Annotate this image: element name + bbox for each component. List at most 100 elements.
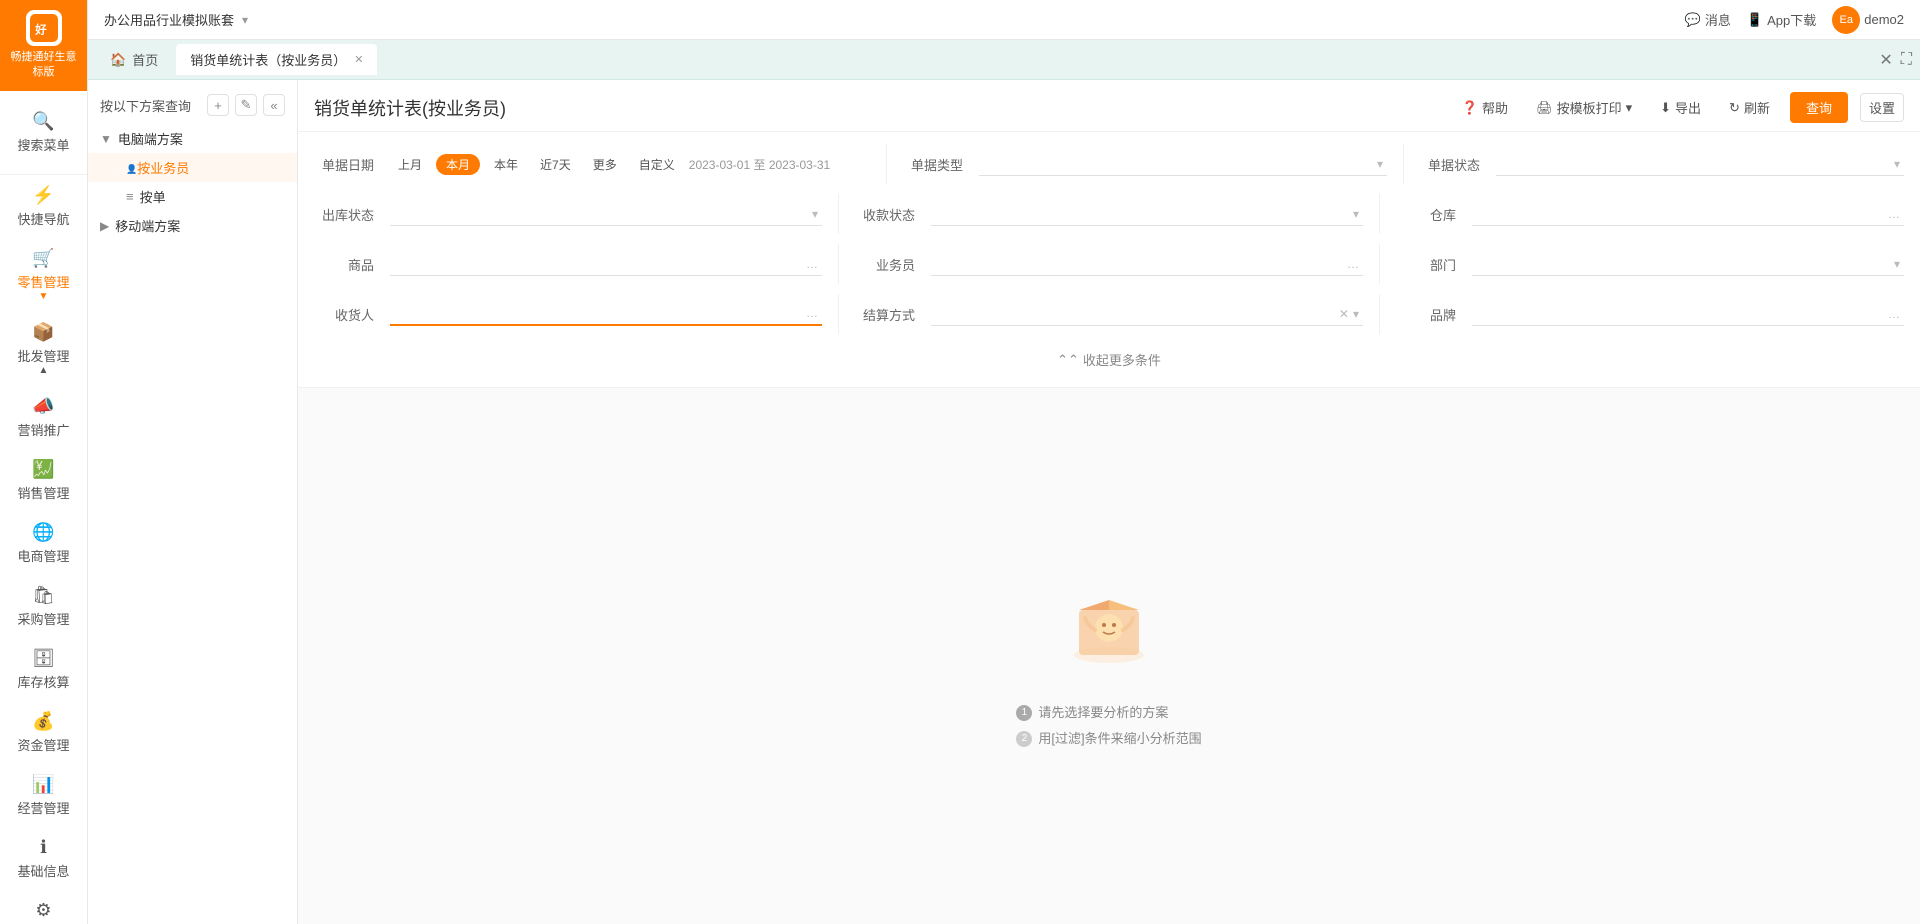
date-btn-this-month[interactable]: 本月: [436, 154, 480, 175]
title-dropdown-icon[interactable]: ▾: [242, 13, 248, 27]
recipient-more-icon: …: [806, 306, 818, 320]
settings-button[interactable]: 设置: [1860, 93, 1904, 122]
tree-item-by-order[interactable]: ≡ 按单: [88, 182, 297, 211]
date-label: 单据日期: [314, 155, 374, 174]
sidebar-item-marketing[interactable]: 📣 营销推广: [0, 386, 87, 449]
recipient-input[interactable]: …: [390, 302, 822, 326]
svg-text:好: 好: [34, 22, 47, 36]
collapse-panel-button[interactable]: «: [263, 94, 285, 116]
sidebar-item-sales[interactable]: 💹 销售管理: [0, 449, 87, 512]
sidebar-item-inventory[interactable]: 🗄 库存核算: [0, 638, 87, 701]
divider-4: [1379, 194, 1380, 234]
tree-mobile-section[interactable]: ▶ 移动端方案: [88, 211, 297, 240]
date-btn-custom[interactable]: 自定义: [631, 154, 683, 175]
tree-order-label: 按单: [140, 187, 166, 206]
tree-desktop-label: 电脑端方案: [118, 129, 183, 148]
tree-item-by-salesperson[interactable]: 👤 按业务员: [88, 153, 297, 182]
salesperson-input[interactable]: …: [931, 253, 1363, 276]
edit-scheme-button[interactable]: ✎: [235, 94, 257, 116]
app-download-button[interactable]: 📱 App下载: [1747, 10, 1816, 29]
department-input[interactable]: ▾: [1472, 253, 1904, 276]
order-icon: ≡: [126, 189, 134, 204]
query-button[interactable]: 查询: [1790, 92, 1848, 123]
add-scheme-button[interactable]: +: [207, 94, 229, 116]
sidebar-item-ecommerce[interactable]: 🌐 电商管理: [0, 512, 87, 575]
sidebar-item-operation[interactable]: 📊 经营管理: [0, 764, 87, 827]
tab-maximize-button[interactable]: ⛶: [1901, 50, 1912, 70]
sidebar-item-retail-label: 零售管理: [17, 272, 69, 291]
content-area: 按以下方案查询 + ✎ « ▼ 电脑端方案: [88, 80, 1920, 924]
payment-input[interactable]: ✕ ▾: [931, 303, 1363, 326]
topbar: 办公用品行业模拟账套 ▾ 💬 消息 📱 App下载 Ea demo2: [88, 0, 1920, 40]
collapse-bar[interactable]: ⌃⌃ 收起更多条件: [314, 344, 1904, 375]
sidebar-item-wholesale-label: 批发管理: [17, 346, 69, 365]
message-label: 消息: [1705, 10, 1731, 29]
avatar: Ea: [1832, 6, 1860, 34]
tip-dot-1: 1: [1016, 705, 1032, 721]
receipt-status-input[interactable]: ▾: [931, 203, 1363, 226]
message-button[interactable]: 💬 消息: [1685, 10, 1731, 29]
brand-input[interactable]: …: [1472, 303, 1904, 326]
tab-close-window-button[interactable]: ✕: [1879, 50, 1892, 70]
tab-home[interactable]: 🏠 首页: [96, 44, 172, 75]
doc-type-dropdown-icon: ▾: [1377, 157, 1383, 171]
ecommerce-icon: 🌐: [32, 522, 54, 543]
sidebar-item-quicknav[interactable]: ⚡ 快捷导航: [0, 175, 87, 238]
date-btn-last-month[interactable]: 上月: [390, 154, 430, 175]
sidebar-item-search[interactable]: 🔍 搜索菜单: [0, 101, 87, 164]
sidebar-item-purchase-label: 采购管理: [17, 609, 69, 628]
sidebar-item-operation-label: 经营管理: [17, 798, 69, 817]
left-panel-header: 按以下方案查询 + ✎ «: [88, 90, 297, 124]
tree-desktop-section[interactable]: ▼ 电脑端方案: [88, 124, 297, 153]
sidebar-item-wholesale[interactable]: 📦 批发管理 ▲: [0, 312, 87, 386]
right-panel: 销货单统计表(按业务员) ❓ 帮助 🖨 按模板打印 ▾ ⬇ 导出: [298, 80, 1920, 924]
sidebar-item-retail[interactable]: 🛒 零售管理 ▼: [0, 238, 87, 312]
help-button[interactable]: ❓ 帮助: [1454, 94, 1516, 121]
home-icon: 🏠: [110, 52, 126, 68]
tabbar-actions: ✕ ⛶: [1879, 50, 1912, 70]
user-menu[interactable]: Ea demo2: [1832, 6, 1904, 34]
doc-type-input[interactable]: ▾: [979, 153, 1387, 176]
export-button[interactable]: ⬇ 导出: [1652, 94, 1709, 121]
sidebar-item-basic[interactable]: ℹ 基础信息: [0, 827, 87, 890]
divider-2: [1403, 144, 1404, 184]
retail-icon: 🛒: [32, 248, 54, 269]
purchase-icon: 🛍: [32, 585, 55, 606]
date-range-display: 2023-03-01 至 2023-03-31: [689, 156, 830, 173]
sidebar-item-purchase[interactable]: 🛍 采购管理: [0, 575, 87, 638]
product-input[interactable]: …: [390, 253, 822, 276]
settings-label: 设置: [1869, 98, 1895, 117]
brand-label: 品牌: [1396, 305, 1456, 324]
salesperson-label: 业务员: [855, 255, 915, 274]
date-btn-7days[interactable]: 近7天: [532, 154, 579, 175]
empty-state: 1 请先选择要分析的方案 2 用[过滤]条件来缩小分析范围: [298, 388, 1920, 924]
logo-icon: 好: [26, 10, 62, 46]
tree-mobile-expand-icon: ▶: [100, 219, 109, 233]
print-button[interactable]: 🖨 按模板打印 ▾: [1528, 94, 1640, 121]
payment-clear-icon[interactable]: ✕: [1339, 307, 1349, 321]
tab-home-label: 首页: [132, 50, 158, 69]
collapse-label: 收起更多条件: [1083, 350, 1161, 369]
sidebar-item-system[interactable]: ⚙ 系统管理: [0, 890, 87, 924]
query-label: 查询: [1806, 98, 1832, 117]
doc-status-input[interactable]: ▾: [1496, 153, 1904, 176]
wholesale-expand-icon: ▲: [39, 365, 49, 376]
marketing-icon: 📣: [32, 396, 54, 417]
sidebar-search-section: 🔍 搜索菜单: [0, 91, 87, 175]
print-label: 按模板打印: [1557, 98, 1622, 117]
product-label: 商品: [314, 255, 374, 274]
date-btn-more[interactable]: 更多: [585, 154, 625, 175]
print-icon: 🖨: [1536, 100, 1553, 116]
out-status-input[interactable]: ▾: [390, 203, 822, 226]
sidebar-item-finance[interactable]: 💰 资金管理: [0, 701, 87, 764]
refresh-button[interactable]: ↻ 刷新: [1721, 94, 1778, 121]
empty-svg-illustration: [1049, 560, 1169, 680]
date-btn-this-year[interactable]: 本年: [486, 154, 526, 175]
tab-close-icon[interactable]: ✕: [354, 53, 363, 66]
tab-sales-stats[interactable]: 销货单统计表（按业务员） ✕: [176, 44, 377, 75]
warehouse-more-icon: …: [1888, 207, 1900, 221]
payment-dropdown-icon: ▾: [1353, 307, 1359, 321]
date-filter: 上月 本月 本年 近7天 更多 自定义 2023-03-01 至 2023-03…: [390, 154, 830, 175]
warehouse-input[interactable]: …: [1472, 203, 1904, 226]
divider-7: [838, 294, 839, 334]
